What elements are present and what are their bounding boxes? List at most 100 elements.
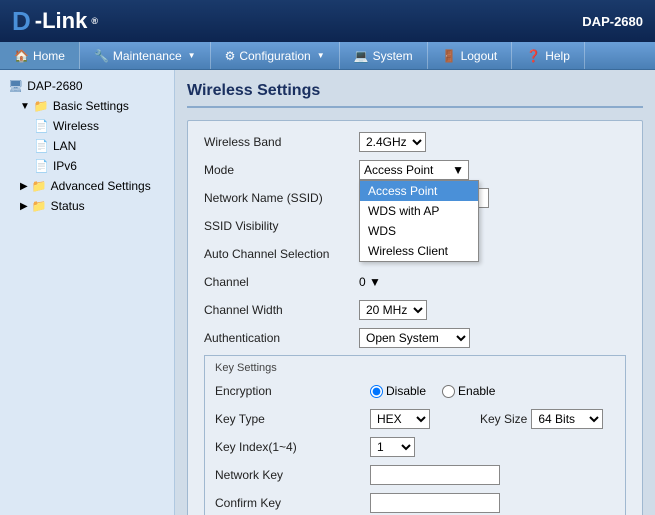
network-key-row: Network Key [215, 464, 615, 486]
home-icon: 🏠 [14, 49, 29, 63]
computer-icon: 🖥 [8, 79, 23, 93]
channel-value: 0 ▼ [359, 275, 381, 289]
mode-option-wireless-client[interactable]: Wireless Client [360, 241, 478, 261]
configuration-icon: ⚙ [225, 49, 236, 63]
key-type-label: Key Type [215, 412, 370, 426]
sidebar-lan-label: LAN [53, 139, 76, 153]
folder-icon-advanced: 📁 [32, 179, 47, 193]
encryption-enable-radio[interactable] [442, 385, 455, 398]
confirm-key-row: Confirm Key [215, 492, 615, 514]
sidebar-advanced-settings-label: Advanced Settings [51, 179, 151, 193]
sidebar-item-status[interactable]: ▶ 📁 Status [0, 196, 174, 216]
encryption-disable-text: Disable [386, 384, 426, 398]
main-layout: 🖥 DAP-2680 ▼ 📁 Basic Settings 📄 Wireless… [0, 70, 655, 515]
channel-row: Channel 0 ▼ [204, 271, 626, 293]
mode-select-display[interactable]: Access Point ▼ [359, 160, 469, 180]
encryption-row: Encryption Disable Enable [215, 380, 615, 402]
key-index-row: Key Index(1~4) 1 2 3 4 [215, 436, 615, 458]
nav-configuration[interactable]: ⚙ Configuration ▼ [211, 42, 340, 69]
mode-option-wds-ap[interactable]: WDS with AP [360, 201, 478, 221]
mode-dropdown: Access Point WDS with AP WDS Wireless Cl… [359, 180, 479, 262]
nav-help[interactable]: ❓ Help [512, 42, 585, 69]
confirm-key-label: Confirm Key [215, 496, 370, 510]
wireless-settings-form: Wireless Band 2.4GHz 5GHz Mode Access Po… [187, 120, 643, 515]
encryption-enable-label[interactable]: Enable [442, 384, 495, 398]
maintenance-arrow-icon: ▼ [188, 51, 196, 60]
system-icon: 💻 [354, 49, 369, 63]
logo-tm: ® [91, 16, 98, 26]
logo-d: D [12, 6, 31, 37]
authentication-row: Authentication Open System WPA-Personal … [204, 327, 626, 349]
mode-selected-value: Access Point [364, 163, 433, 177]
wireless-band-select[interactable]: 2.4GHz 5GHz [359, 132, 426, 152]
mode-select-container: Access Point ▼ Access Point WDS with AP … [359, 160, 469, 180]
confirm-key-input[interactable] [370, 493, 500, 513]
nav-maintenance[interactable]: 🔧 Maintenance ▼ [80, 42, 211, 69]
expand-icon-advanced: ▶ [20, 181, 28, 192]
key-settings-section: Key Settings Encryption Disable Enable [204, 355, 626, 515]
page-icon-wireless: 📄 [34, 119, 49, 133]
authentication-label: Authentication [204, 331, 359, 345]
logo: D-Link® [12, 6, 98, 37]
content-area: Wireless Settings Wireless Band 2.4GHz 5… [175, 70, 655, 515]
sidebar-dap-label: DAP-2680 [27, 79, 82, 93]
maintenance-icon: 🔧 [94, 49, 109, 63]
help-icon: ❓ [526, 49, 541, 63]
key-settings-title: Key Settings [215, 362, 615, 374]
sidebar-item-ipv6[interactable]: 📄 IPv6 [0, 156, 174, 176]
channel-width-label: Channel Width [204, 303, 359, 317]
nav-system-label: System [373, 49, 413, 63]
channel-width-row: Channel Width 20 MHz 40 MHz [204, 299, 626, 321]
navbar: 🏠 Home 🔧 Maintenance ▼ ⚙ Configuration ▼… [0, 42, 655, 70]
mode-option-wds[interactable]: WDS [360, 221, 478, 241]
nav-home-label: Home [33, 49, 65, 63]
key-size-label: Key Size [480, 412, 527, 426]
mode-option-accesspoint[interactable]: Access Point [360, 181, 478, 201]
sidebar-ipv6-label: IPv6 [53, 159, 77, 173]
nav-logout[interactable]: 🚪 Logout [428, 42, 513, 69]
sidebar-item-lan[interactable]: 📄 LAN [0, 136, 174, 156]
folder-icon: 📁 [34, 99, 49, 113]
mode-row: Mode Access Point ▼ Access Point WDS wit… [204, 159, 626, 181]
encryption-radio-group: Disable Enable [370, 384, 495, 398]
encryption-disable-label[interactable]: Disable [370, 384, 426, 398]
nav-logout-label: Logout [461, 49, 498, 63]
expand-icon-status: ▶ [20, 201, 28, 212]
network-key-input[interactable] [370, 465, 500, 485]
page-icon-ipv6: 📄 [34, 159, 49, 173]
key-index-select[interactable]: 1 2 3 4 [370, 437, 415, 457]
expand-icon: ▼ [20, 101, 30, 112]
key-size-select[interactable]: 64 Bits 128 Bits [531, 409, 603, 429]
folder-icon-status: 📁 [32, 199, 47, 213]
sidebar-basic-settings-label: Basic Settings [53, 99, 129, 113]
auto-channel-label: Auto Channel Selection [204, 247, 359, 261]
encryption-disable-radio[interactable] [370, 385, 383, 398]
page-title: Wireless Settings [187, 82, 643, 108]
page-icon-lan: 📄 [34, 139, 49, 153]
channel-label: Channel [204, 275, 359, 289]
channel-width-select[interactable]: 20 MHz 40 MHz [359, 300, 427, 320]
nav-configuration-label: Configuration [239, 49, 310, 63]
sidebar-status-label: Status [51, 199, 85, 213]
network-key-label: Network Key [215, 468, 370, 482]
wireless-band-label: Wireless Band [204, 135, 359, 149]
mode-dropdown-arrow: ▼ [452, 163, 464, 177]
nav-home[interactable]: 🏠 Home [0, 42, 80, 69]
key-index-label: Key Index(1~4) [215, 440, 370, 454]
authentication-select[interactable]: Open System WPA-Personal WPA2-Personal [359, 328, 470, 348]
wireless-band-row: Wireless Band 2.4GHz 5GHz [204, 131, 626, 153]
sidebar-item-advanced-settings[interactable]: ▶ 📁 Advanced Settings [0, 176, 174, 196]
logo-link: -Link [35, 8, 88, 34]
network-name-label: Network Name (SSID) [204, 191, 359, 205]
device-name: DAP-2680 [582, 14, 643, 29]
sidebar-item-dap[interactable]: 🖥 DAP-2680 [0, 76, 174, 96]
logout-icon: 🚪 [442, 49, 457, 63]
nav-system[interactable]: 💻 System [340, 42, 428, 69]
sidebar-item-basic-settings[interactable]: ▼ 📁 Basic Settings [0, 96, 174, 116]
ssid-visibility-label: SSID Visibility [204, 219, 359, 233]
mode-label: Mode [204, 163, 359, 177]
nav-maintenance-label: Maintenance [113, 49, 182, 63]
sidebar-item-wireless[interactable]: 📄 Wireless [0, 116, 174, 136]
encryption-enable-text: Enable [458, 384, 495, 398]
key-type-select[interactable]: HEX ASCII [370, 409, 430, 429]
